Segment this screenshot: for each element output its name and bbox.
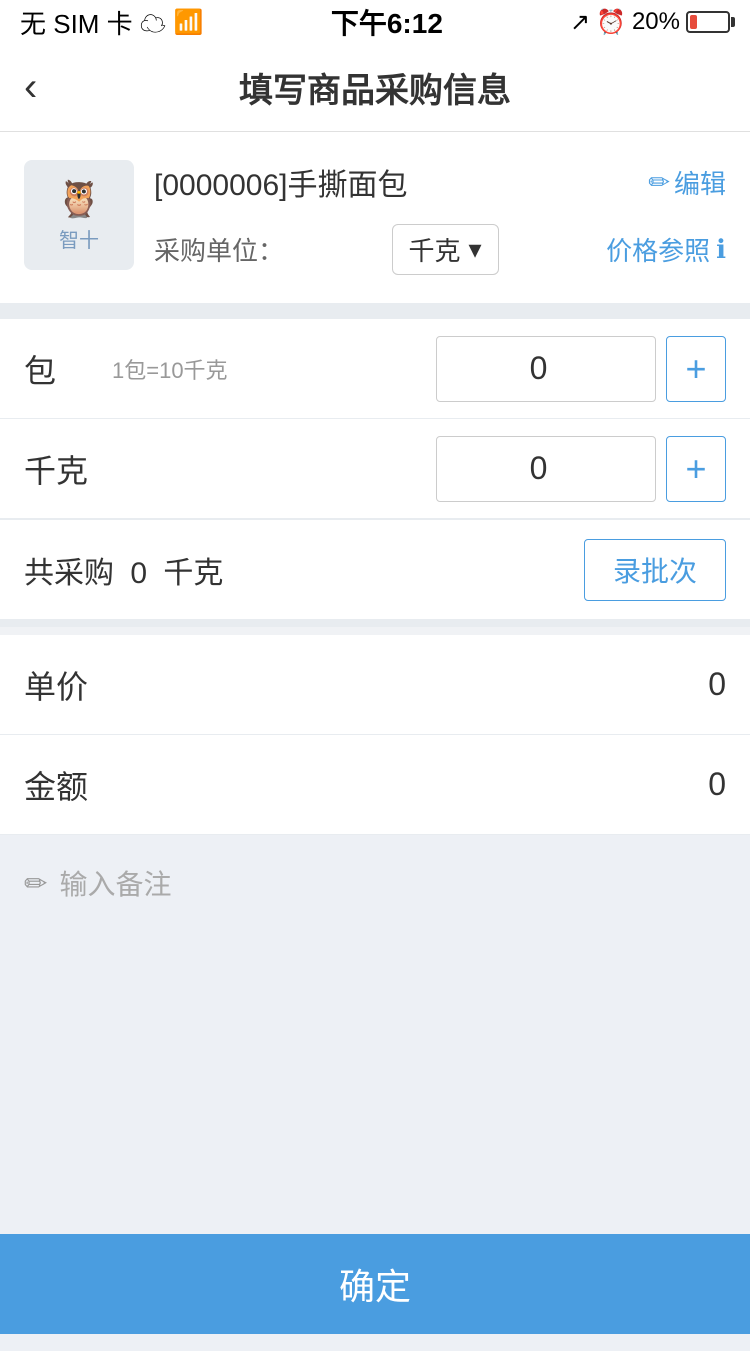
kg-input-row: 千克 + (0, 419, 750, 519)
question-icon: ℹ (716, 234, 726, 265)
price-section: 单价 0 金额 0 (0, 635, 750, 835)
no-sim-label: 无 SIM 卡 ☁ (20, 4, 166, 41)
wifi-icon: 📶 (174, 8, 204, 37)
product-name-row: [0000006]手撕面包 ✏ 编辑 (154, 160, 726, 204)
price-ref-button[interactable]: 价格参照 ℹ (606, 231, 726, 268)
unit-select[interactable]: 千克 ▾ (392, 224, 499, 275)
battery-icon (686, 11, 730, 33)
alarm-icon: ⏰ (596, 8, 626, 37)
batch-button[interactable]: 录批次 (584, 539, 726, 601)
remark-placeholder: 输入备注 (59, 863, 171, 903)
battery-fill (690, 15, 697, 29)
unit-value: 千克 (409, 231, 461, 268)
total-text: 共采购 0 千克 (24, 548, 223, 592)
bag-input-wrapper: + (436, 336, 726, 402)
status-time: 下午6:12 (331, 2, 443, 42)
back-button[interactable]: ‹ (24, 65, 37, 110)
total-unit: 千克 (163, 557, 223, 590)
kg-input-wrapper: + (436, 436, 726, 502)
total-quantity: 0 (130, 557, 147, 590)
product-owl-icon: 🦉 (57, 178, 102, 220)
bag-input-row: 包 1包=10千克 + (0, 319, 750, 419)
dropdown-arrow-icon: ▾ (469, 234, 482, 265)
product-img-label: 智十 (59, 224, 99, 253)
input-section: 包 1包=10千克 + 千克 + 共采购 0 千克 录批次 (0, 319, 750, 619)
edit-icon: ✏ (648, 167, 670, 198)
section-separator (0, 311, 750, 319)
bag-label: 包 (24, 346, 104, 392)
product-image: 🦉 智十 (24, 160, 134, 270)
edit-label: 编辑 (674, 164, 726, 201)
section-separator-2 (0, 619, 750, 627)
bag-input[interactable] (436, 336, 656, 402)
bag-sub-label: 1包=10千克 (112, 353, 436, 385)
unit-row: 采购单位： 千克 ▾ 价格参照 ℹ (154, 224, 726, 275)
unit-price-label: 单价 (24, 662, 88, 708)
price-ref-label: 价格参照 (606, 231, 710, 268)
status-left: 无 SIM 卡 ☁ 📶 (20, 4, 204, 41)
total-prefix: 共采购 (24, 557, 114, 590)
amount-value: 0 (708, 766, 726, 803)
location-icon: ↗ (570, 8, 590, 37)
kg-input[interactable] (436, 436, 656, 502)
unit-price-value: 0 (708, 666, 726, 703)
remark-section[interactable]: ✏ 输入备注 (0, 835, 750, 931)
product-info: [0000006]手撕面包 ✏ 编辑 采购单位： 千克 ▾ 价格参照 ℹ (154, 160, 726, 275)
kg-label: 千克 (24, 446, 104, 492)
status-right: ↗ ⏰ 20% (570, 8, 730, 37)
status-bar: 无 SIM 卡 ☁ 📶 下午6:12 ↗ ⏰ 20% (0, 0, 750, 44)
kg-plus-button[interactable]: + (666, 436, 726, 502)
unit-label: 采购单位： (154, 231, 284, 268)
pencil-icon: ✏ (24, 867, 47, 900)
nav-bar: ‹ 填写商品采购信息 (0, 44, 750, 132)
product-card: 🦉 智十 [0000006]手撕面包 ✏ 编辑 采购单位： 千克 ▾ 价格参照 … (0, 132, 750, 311)
amount-row: 金额 0 (0, 735, 750, 835)
product-name: [0000006]手撕面包 (154, 160, 407, 204)
edit-button[interactable]: ✏ 编辑 (648, 164, 726, 201)
total-row: 共采购 0 千克 录批次 (0, 519, 750, 619)
unit-price-row: 单价 0 (0, 635, 750, 735)
amount-label: 金额 (24, 762, 88, 808)
battery-percent: 20% (632, 8, 680, 36)
page-title: 填写商品采购信息 (239, 63, 511, 112)
bag-plus-button[interactable]: + (666, 336, 726, 402)
confirm-button[interactable]: 确定 (0, 1234, 750, 1334)
